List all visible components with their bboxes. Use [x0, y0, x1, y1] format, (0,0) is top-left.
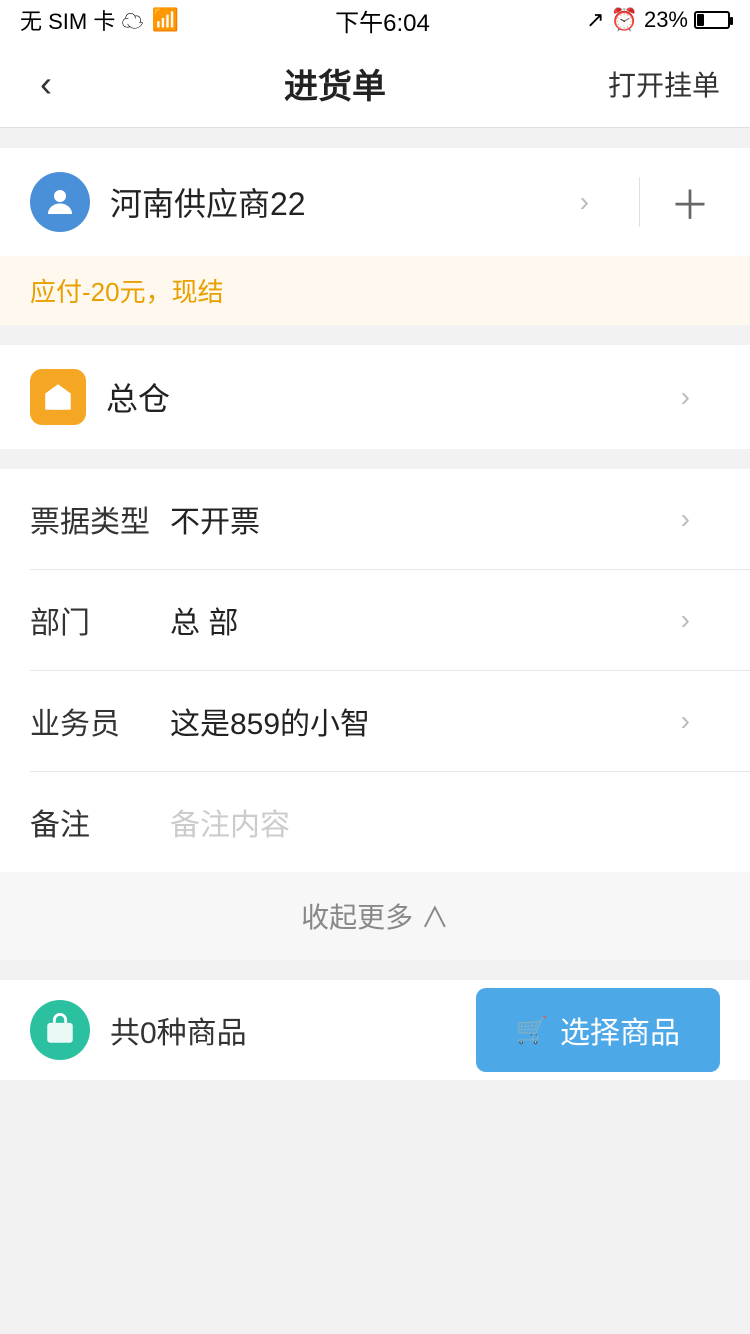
warehouse-icon: [30, 369, 86, 425]
invoice-type-row[interactable]: 票据类型 不开票 ›: [0, 469, 750, 569]
supplier-row[interactable]: 河南供应商22 › ＋: [0, 148, 750, 256]
location-icon: ↗: [586, 7, 604, 33]
remarks-label: 备注: [30, 800, 150, 844]
status-bar: 无 SIM 卡 ☁ 📶 下午6:04 ↗ ⏰ 23%: [0, 0, 750, 40]
open-pending-button[interactable]: 打开挂单: [608, 64, 720, 104]
notice-bar: 应付-20元，现结: [0, 256, 750, 325]
section-gap-3: [0, 449, 750, 469]
warehouse-chevron-icon: ›: [681, 381, 690, 413]
cart-add-icon: 🛒: [516, 1015, 548, 1046]
supplier-section: 河南供应商22 › ＋ 应付-20元，现结: [0, 148, 750, 325]
sim-label: 无 SIM 卡 ☁: [20, 4, 143, 36]
salesperson-label: 业务员: [30, 699, 150, 743]
department-chevron-icon: ›: [681, 604, 690, 636]
form-section: 票据类型 不开票 › 部门 总 部 › 业务员 这是859的小智 › 备注 备注…: [0, 469, 750, 872]
salesperson-row[interactable]: 业务员 这是859的小智 ›: [0, 671, 750, 771]
section-gap-2: [0, 325, 750, 345]
section-gap-1: [0, 128, 750, 148]
status-right: ↗ ⏰ 23%: [586, 7, 730, 33]
section-gap-4: [0, 960, 750, 980]
invoice-type-chevron-icon: ›: [681, 503, 690, 535]
nav-bar: ‹ 进货单 打开挂单: [0, 40, 750, 128]
invoice-type-label: 票据类型: [30, 497, 150, 541]
remarks-value[interactable]: 备注内容: [150, 800, 720, 844]
remarks-row[interactable]: 备注 备注内容: [0, 772, 750, 872]
status-time: 下午6:04: [335, 3, 430, 38]
product-icon-container: [30, 1000, 90, 1060]
battery-icon: [694, 11, 730, 29]
department-value: 总 部: [150, 598, 681, 642]
salesperson-value: 这是859的小智: [150, 699, 681, 743]
supplier-avatar: [30, 172, 90, 232]
warehouse-section: 总仓 ›: [0, 345, 750, 449]
department-label: 部门: [30, 598, 150, 642]
department-row[interactable]: 部门 总 部 ›: [0, 570, 750, 670]
alarm-icon: ⏰: [611, 7, 638, 33]
select-product-label: 选择商品: [560, 1008, 680, 1052]
warehouse-name: 总仓: [106, 374, 681, 420]
add-button[interactable]: ＋: [660, 173, 720, 231]
select-product-button[interactable]: 🛒 选择商品: [476, 988, 720, 1072]
house-icon: [41, 380, 75, 414]
salesperson-chevron-icon: ›: [681, 705, 690, 737]
collapse-row[interactable]: 收起更多 ∧: [0, 872, 750, 960]
status-left: 无 SIM 卡 ☁ 📶: [20, 4, 179, 36]
notice-text: 应付-20元，现结: [30, 277, 224, 307]
supplier-chevron-icon: ›: [580, 186, 589, 218]
battery-percent: 23%: [644, 7, 688, 33]
person-icon: [42, 184, 78, 220]
warehouse-row[interactable]: 总仓 ›: [0, 345, 750, 449]
shopping-bag-icon: [43, 1013, 77, 1047]
product-count-label: 共0种商品: [110, 1008, 476, 1052]
invoice-type-value: 不开票: [150, 497, 681, 541]
back-button[interactable]: ‹: [30, 53, 62, 115]
bottom-bar: 共0种商品 🛒 选择商品: [0, 980, 750, 1080]
wifi-icon: 📶: [151, 7, 178, 33]
supplier-name: 河南供应商22: [110, 179, 580, 225]
page-title: 进货单: [284, 59, 386, 108]
supplier-divider: [639, 177, 640, 227]
